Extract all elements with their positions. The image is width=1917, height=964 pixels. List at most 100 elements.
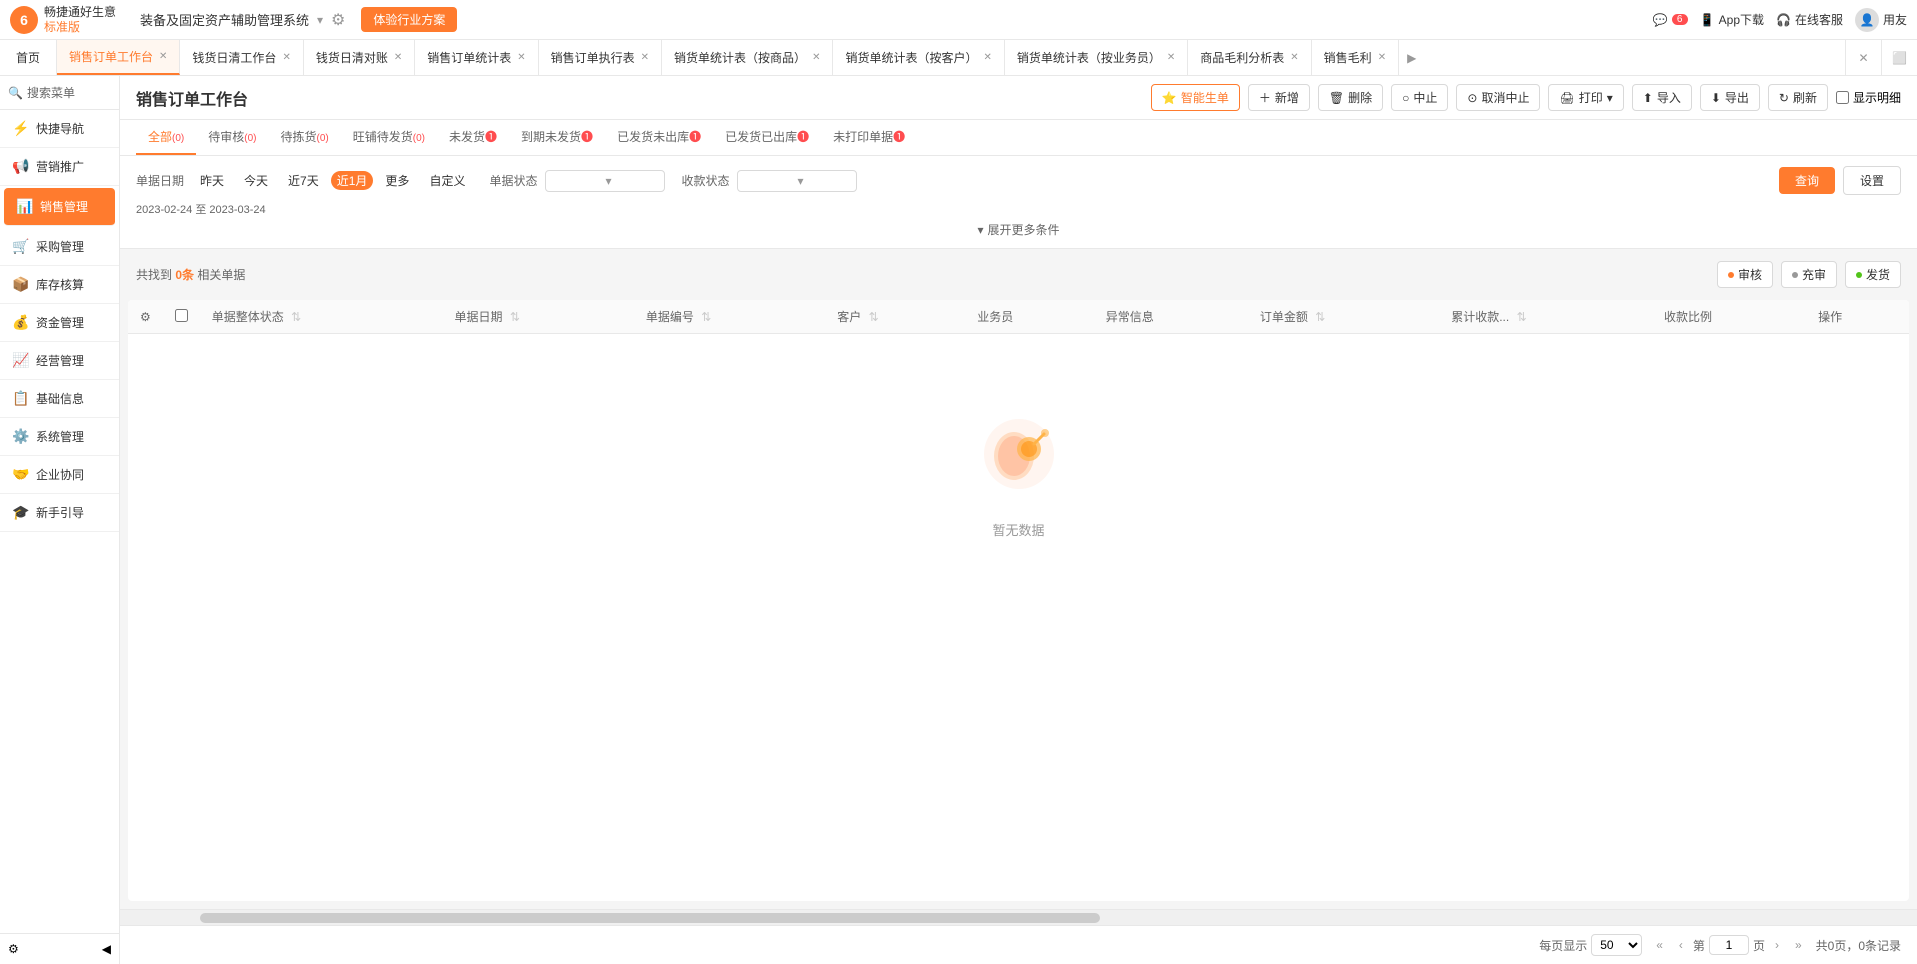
sidebar-item-sales[interactable]: 📊 销售管理: [4, 188, 115, 226]
user-area[interactable]: 👤 用友: [1855, 8, 1907, 32]
tab-more[interactable]: ▶: [1399, 51, 1424, 65]
sidebar-item-finance[interactable]: 💰 资金管理: [0, 304, 119, 342]
tab-close-sales-profit[interactable]: ✕: [1378, 52, 1386, 63]
sidebar-item-purchase[interactable]: 🛒 采购管理: [0, 228, 119, 266]
tab-close-by-product[interactable]: ✕: [812, 52, 820, 63]
sidebar-item-cooperation[interactable]: 🤝 企业协同: [0, 456, 119, 494]
smart-gen-button[interactable]: ⭐ 智能生单: [1151, 84, 1240, 111]
first-page-button[interactable]: «: [1650, 936, 1669, 954]
stop-button[interactable]: ○ 中止: [1391, 84, 1448, 111]
un-review-button[interactable]: 充审: [1781, 261, 1837, 288]
tab-profit-analysis[interactable]: 商品毛利分析表 ✕: [1188, 40, 1311, 75]
show-detail-input[interactable]: [1836, 91, 1849, 104]
filter-tab-overdue-ship[interactable]: 到期未发货❶: [509, 120, 605, 155]
sort-date-icon[interactable]: ⇅: [510, 310, 520, 324]
tab-close-reconcile[interactable]: ✕: [394, 52, 402, 63]
app-download-area[interactable]: 📱 App下载: [1700, 11, 1764, 28]
next-page-button[interactable]: ›: [1769, 936, 1785, 954]
sort-customer-icon[interactable]: ⇅: [869, 310, 879, 324]
online-service-area[interactable]: 🎧 在线客服: [1776, 11, 1843, 28]
date-opt-today[interactable]: 今天: [236, 170, 276, 191]
sort-number-icon[interactable]: ⇅: [701, 310, 711, 324]
sidebar-item-guide[interactable]: 🎓 新手引导: [0, 494, 119, 532]
filter-tab-pending-review[interactable]: 待审核(0): [196, 120, 268, 155]
sidebar-item-inventory[interactable]: 📦 库存核算: [0, 266, 119, 304]
tab-close-sales-exec[interactable]: ✕: [641, 52, 649, 63]
last-page-button[interactable]: »: [1789, 936, 1808, 954]
tab-home[interactable]: 首页: [0, 40, 57, 75]
tab-close-sales-stats[interactable]: ✕: [517, 52, 525, 63]
sort-status-icon[interactable]: ⇅: [291, 310, 301, 324]
sidebar-item-shortcut[interactable]: ⚡ 快捷导航: [0, 110, 119, 148]
tab-ctrl-maximize[interactable]: ⬜: [1881, 40, 1917, 76]
sidebar-settings-icon[interactable]: ⚙: [8, 942, 19, 956]
horizontal-scroll[interactable]: [120, 909, 1917, 925]
payment-select[interactable]: ▾: [737, 170, 857, 192]
sort-collected-icon[interactable]: ⇅: [1517, 310, 1527, 324]
tab-sales-by-product[interactable]: 销货单统计表（按商品） ✕: [662, 40, 833, 75]
tab-close-sales-workbench[interactable]: ✕: [159, 51, 167, 62]
filter-tab-shipped-no-out[interactable]: 已发货未出库❶: [605, 120, 713, 155]
delete-button[interactable]: 🗑 删除: [1318, 84, 1383, 111]
sidebar-item-operations[interactable]: 📈 经营管理: [0, 342, 119, 380]
date-opt-7days[interactable]: 近7天: [280, 170, 327, 191]
prev-page-button[interactable]: ‹: [1673, 936, 1689, 954]
scroll-thumb[interactable]: [200, 913, 1100, 923]
filter-tab-not-shipped[interactable]: 未发货❶: [437, 120, 509, 155]
tab-close-by-customer[interactable]: ✕: [983, 52, 991, 63]
tab-close-by-staff[interactable]: ✕: [1167, 52, 1175, 63]
sidebar-search-label: 搜索菜单: [27, 84, 75, 101]
filter-tab-wangpu[interactable]: 旺铺待发货(0): [341, 120, 437, 155]
date-opt-more[interactable]: 更多: [377, 170, 417, 191]
tab-close-profit[interactable]: ✕: [1290, 52, 1298, 63]
add-button[interactable]: ＋ 新增: [1248, 84, 1310, 111]
experience-button[interactable]: 体验行业方案: [361, 7, 457, 32]
date-opt-1month[interactable]: 近1月: [331, 171, 374, 190]
sort-amount-icon[interactable]: ⇅: [1315, 310, 1325, 324]
date-opt-custom[interactable]: 自定义: [421, 170, 473, 191]
expand-conditions-button[interactable]: ▾ 展开更多条件: [977, 221, 1059, 238]
system-dropdown-icon[interactable]: ▾: [317, 13, 323, 27]
filter-tab-all[interactable]: 全部(0): [136, 120, 196, 155]
tab-cashier-reconcile[interactable]: 钱货日清对账 ✕: [304, 40, 415, 75]
settings-icon[interactable]: ⚙: [331, 10, 345, 30]
page-header: 销售订单工作台 ⭐ 智能生单 ＋ 新增 🗑 删除 ○ 中止: [120, 76, 1917, 120]
sidebar-search[interactable]: 🔍 搜索菜单: [0, 76, 119, 110]
operations-icon: 📈: [12, 352, 28, 369]
status-select[interactable]: ▾: [545, 170, 665, 192]
cancel-stop-button[interactable]: ⊙ 取消中止: [1456, 84, 1540, 111]
per-page-select[interactable]: 50 100 200: [1591, 934, 1642, 956]
system-title-area: 装备及固定资产辅助管理系统 ▾ ⚙ 体验行业方案: [130, 7, 1653, 32]
tab-sales-profit[interactable]: 销售毛利 ✕: [1312, 40, 1399, 75]
sidebar-item-basic-info[interactable]: 📋 基础信息: [0, 380, 119, 418]
ship-button[interactable]: 发货: [1845, 261, 1901, 288]
filter-tab-pending-pick[interactable]: 待拣货(0): [269, 120, 341, 155]
date-opt-yesterday[interactable]: 昨天: [192, 170, 232, 191]
tab-close-cashier[interactable]: ✕: [282, 52, 290, 63]
show-detail-checkbox[interactable]: 显示明细: [1836, 89, 1901, 106]
tab-sales-by-customer[interactable]: 销货单统计表（按客户） ✕: [833, 40, 1004, 75]
tab-ctrl-close[interactable]: ✕: [1845, 40, 1881, 76]
tab-sales-workbench[interactable]: 销售订单工作台 ✕: [57, 40, 180, 75]
select-all-checkbox[interactable]: [175, 309, 188, 322]
th-salesperson: 业务员: [965, 300, 1093, 334]
page-input[interactable]: [1709, 935, 1749, 955]
print-button[interactable]: 🖨 打印 ▾: [1548, 84, 1623, 111]
sidebar-item-marketing[interactable]: 📢 营销推广: [0, 148, 119, 186]
search-button[interactable]: 查询: [1779, 167, 1835, 194]
sidebar-item-system[interactable]: ⚙️ 系统管理: [0, 418, 119, 456]
filter-tab-shipped-out[interactable]: 已发货已出库❶: [713, 120, 821, 155]
tab-sales-by-staff[interactable]: 销货单统计表（按业务员） ✕: [1005, 40, 1188, 75]
set-button[interactable]: 设置: [1843, 166, 1901, 195]
sidebar-collapse-icon[interactable]: ◀: [102, 942, 111, 956]
import-button[interactable]: ⬆ 导入: [1632, 84, 1692, 111]
tab-sales-stats[interactable]: 销售订单统计表 ✕: [415, 40, 538, 75]
tab-cashier-workbench[interactable]: 钱货日清工作台 ✕: [180, 40, 303, 75]
export-button[interactable]: ⬇ 导出: [1700, 84, 1760, 111]
message-icon-area[interactable]: 💬 6: [1653, 13, 1688, 27]
tab-sales-exec[interactable]: 销售订单执行表 ✕: [539, 40, 662, 75]
refresh-button[interactable]: ↻ 刷新: [1768, 84, 1828, 111]
review-button[interactable]: 审核: [1717, 261, 1773, 288]
shortcut-icon: ⚡: [12, 120, 28, 137]
filter-tab-no-print[interactable]: 未打印单据❶: [821, 120, 917, 155]
